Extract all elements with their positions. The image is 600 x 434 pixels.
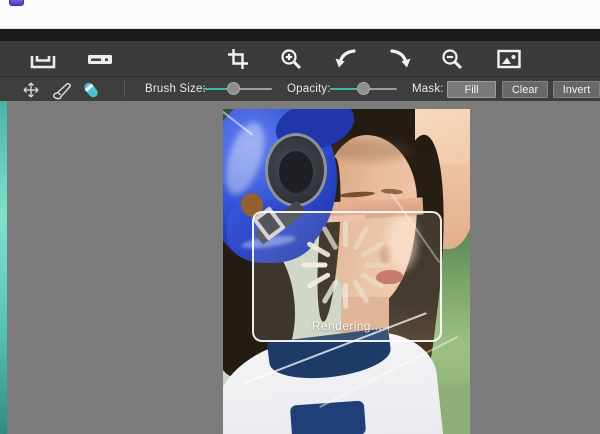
photo-forehead-shadow — [327, 139, 411, 161]
spinner-ray — [352, 279, 369, 304]
tool-options-icon[interactable] — [86, 45, 114, 73]
zoom-out-icon[interactable] — [438, 45, 466, 73]
redo-icon[interactable] — [386, 45, 414, 73]
rendering-status-text: Rendering... — [254, 319, 440, 333]
left-accent-strip — [0, 101, 7, 434]
mask-label: Mask: — [412, 77, 444, 101]
window-strip — [0, 0, 600, 29]
spinner-ray — [343, 283, 348, 309]
spinner-ray — [306, 272, 331, 289]
spinner-ray — [352, 226, 369, 251]
app-icon — [9, 0, 24, 6]
spinner-ray — [306, 241, 331, 258]
eraser-tool-icon[interactable] — [79, 79, 103, 100]
image-icon[interactable] — [495, 45, 523, 73]
brush-tool-icon[interactable] — [50, 79, 74, 100]
canvas-area: Rendering... — [0, 101, 600, 434]
main-toolbar — [0, 41, 600, 76]
opacity-slider[interactable] — [330, 88, 397, 90]
spinner-ray — [321, 279, 338, 304]
opacity-slider-thumb[interactable] — [357, 82, 370, 95]
brush-size-label: Brush Size: — [145, 77, 206, 101]
move-tool-icon[interactable] — [19, 79, 43, 100]
tool-options-bar: Brush Size: Opacity: Mask: Fill Clear In… — [0, 76, 600, 101]
opacity-label: Opacity: — [287, 77, 331, 101]
brush-size-slider-thumb[interactable] — [227, 82, 240, 95]
crop-icon[interactable] — [224, 45, 252, 73]
mask-fill-button[interactable]: Fill — [447, 81, 496, 98]
spinner-ray — [359, 272, 384, 289]
spinner-ray — [343, 221, 348, 247]
zoom-in-icon[interactable] — [277, 45, 305, 73]
photo-ear-pad-core — [279, 151, 313, 193]
undo-icon[interactable] — [332, 45, 360, 73]
brush-size-slider[interactable] — [203, 88, 272, 90]
toolbar-divider — [124, 81, 125, 97]
photo-bin-icon[interactable] — [29, 45, 57, 73]
spinner-ray — [363, 263, 389, 268]
spinner-ray — [321, 226, 338, 251]
mask-clear-button[interactable]: Clear — [502, 81, 548, 98]
mask-invert-button[interactable]: Invert — [553, 81, 600, 98]
photo-shirt-patch — [290, 400, 366, 434]
spinner-ray — [359, 241, 384, 258]
spinner-ray — [301, 263, 327, 268]
rendering-overlay: Rendering... — [252, 211, 442, 342]
titlebar-dark-strip — [0, 29, 600, 41]
